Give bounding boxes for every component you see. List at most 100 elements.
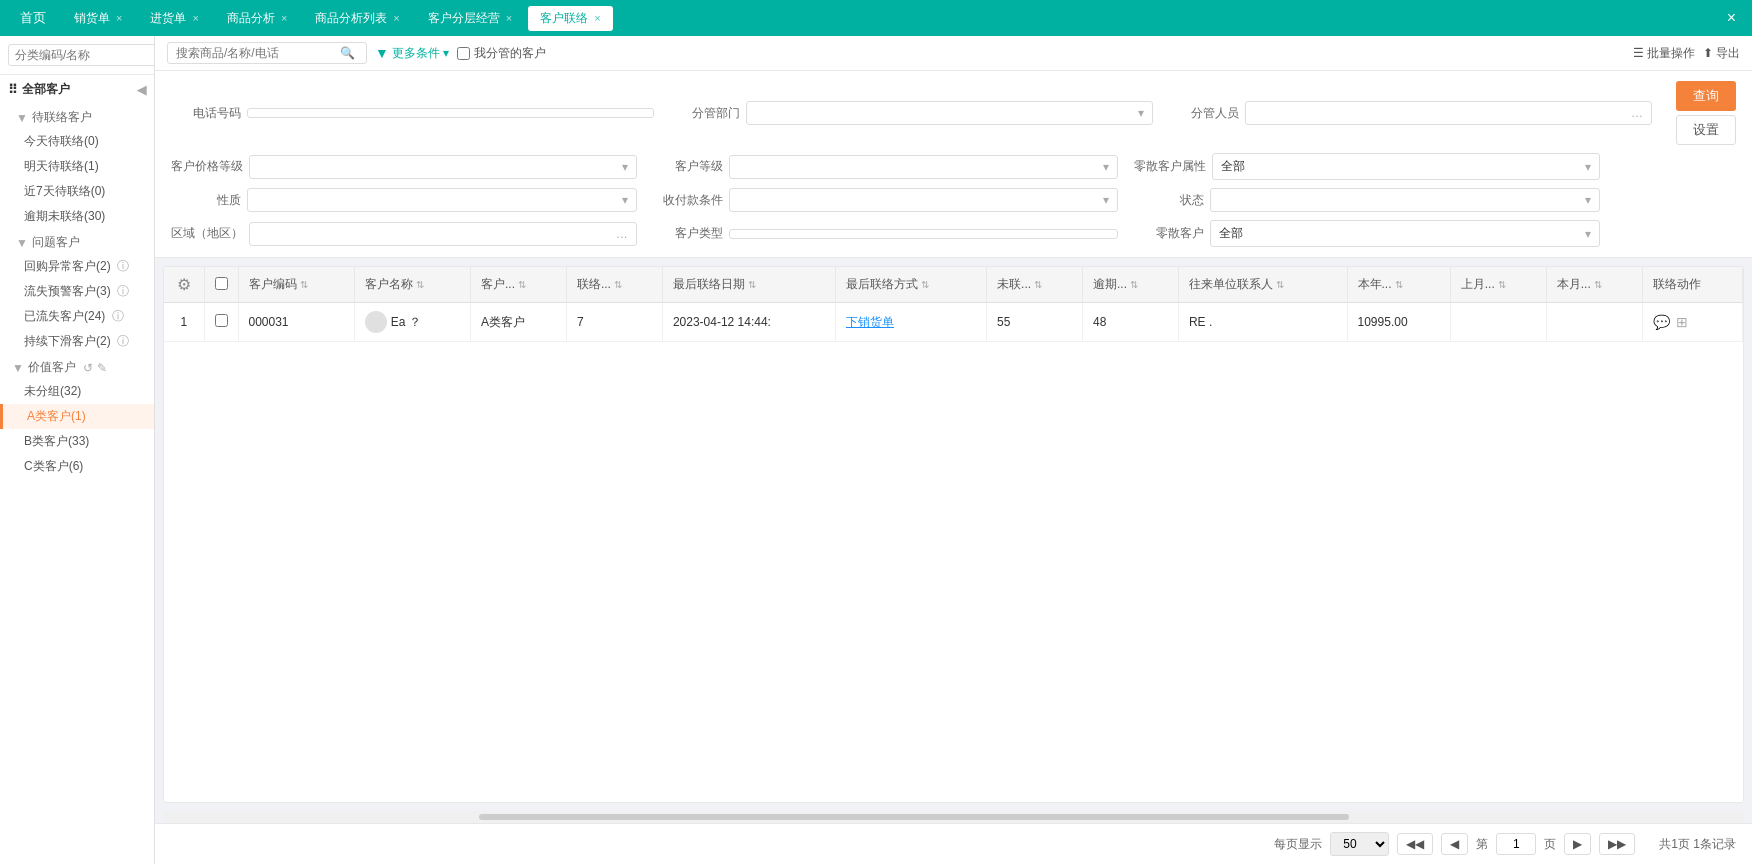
nav-product-list-close[interactable]: × (393, 12, 399, 24)
sidebar-item-repurchase-abnormal[interactable]: 回购异常客户(2) ⓘ (0, 254, 154, 279)
table-settings-icon[interactable]: ⚙ (177, 276, 191, 293)
filter-person-select[interactable]: … (1245, 101, 1652, 125)
nav-purchase-close[interactable]: × (192, 12, 198, 24)
sidebar-item-churned[interactable]: 已流失客户(24) ⓘ (0, 304, 154, 329)
scrollbar-thumb (479, 814, 1349, 820)
col-date-label: 最后联络日期 (673, 277, 745, 291)
nav-product-analysis[interactable]: 商品分析 × (215, 6, 299, 31)
filter-customer-type-input[interactable] (729, 229, 1119, 239)
qr-icon[interactable]: ⊞ (1676, 314, 1688, 330)
payment-arrow: ▾ (1103, 193, 1109, 207)
sidebar-group-value[interactable]: ▼ 价值客户 ↺ ✎ (0, 354, 154, 379)
nav-customer-contact[interactable]: 客户联络 × (528, 6, 612, 31)
sidebar-item-tomorrow-pending[interactable]: 明天待联络(1) (0, 154, 154, 179)
per-page-select[interactable]: 50 20 100 (1330, 832, 1389, 856)
filter-region-select[interactable]: … (249, 222, 637, 246)
filter-dept-select[interactable]: ▾ (746, 101, 1153, 125)
filter-retail-attr-select[interactable]: 全部▾ (1212, 153, 1600, 180)
table-header-row: ⚙ 客户编码⇅ 客户名称⇅ 客户...⇅ 联络...⇅ 最后联络日期⇅ 最后联络… (164, 267, 1743, 303)
filter-status-label: 状态 (1134, 192, 1204, 209)
col-unit-contact[interactable]: 往来单位联系人⇅ (1178, 267, 1347, 303)
col-last-month[interactable]: 上月...⇅ (1450, 267, 1546, 303)
value-refresh-icon[interactable]: ↺ (83, 361, 93, 375)
table-row: 1 000031 Ea ？ (164, 303, 1743, 342)
export-btn[interactable]: ⬆ 导出 (1703, 45, 1740, 62)
col-code[interactable]: 客户编码⇅ (238, 267, 354, 303)
batch-op-btn[interactable]: ☰ 批量操作 (1633, 45, 1695, 62)
sidebar-item-week-pending[interactable]: 近7天待联络(0) (0, 179, 154, 204)
sidebar-group-pending[interactable]: ▼ 待联络客户 (0, 104, 154, 129)
nav-sales[interactable]: 销货单 × (62, 6, 134, 31)
filter-nature-select[interactable]: ▾ (247, 188, 637, 212)
toolbar-search-icon[interactable]: 🔍 (340, 46, 355, 60)
prev-page-btn[interactable]: ◀ (1441, 833, 1468, 855)
nav-home[interactable]: 首页 (8, 5, 58, 31)
col-uncontacted[interactable]: 未联...⇅ (987, 267, 1083, 303)
col-last-date[interactable]: 最后联络日期⇅ (662, 267, 835, 303)
sidebar-search-input[interactable] (8, 44, 155, 66)
customer-table: ⚙ 客户编码⇅ 客户名称⇅ 客户...⇅ 联络...⇅ 最后联络日期⇅ 最后联络… (164, 267, 1743, 342)
nav-product-list[interactable]: 商品分析列表 × (303, 6, 411, 31)
sidebar-collapse-btn[interactable]: ◀ (137, 83, 146, 97)
table-select-all[interactable] (215, 277, 228, 290)
nav-product-analysis-close[interactable]: × (281, 12, 287, 24)
sidebar-item-unclassified[interactable]: 未分组(32) (0, 379, 154, 404)
filter-dept: 分管部门 ▾ (670, 101, 1153, 125)
my-customers-checkbox[interactable] (457, 47, 470, 60)
col-settings[interactable]: ⚙ (164, 267, 204, 303)
sidebar-search-area: 🔍 (0, 36, 154, 75)
filter-phone-input[interactable] (247, 108, 654, 118)
nav-sales-close[interactable]: × (116, 12, 122, 24)
row-last-method[interactable]: 下销货单 (835, 303, 986, 342)
nav-close-all[interactable]: × (1719, 9, 1744, 27)
query-button[interactable]: 查询 (1676, 81, 1736, 111)
filter-retail-select[interactable]: 全部▾ (1210, 220, 1600, 247)
col-this-year[interactable]: 本年...⇅ (1347, 267, 1450, 303)
row-checkbox-cell[interactable] (204, 303, 238, 342)
sidebar-item-class-c[interactable]: C类客户(6) (0, 454, 154, 479)
action-icons-group: 💬 ⊞ (1653, 314, 1732, 330)
my-customers-label[interactable]: 我分管的客户 (457, 45, 546, 62)
chat-icon[interactable]: 💬 (1653, 314, 1670, 330)
col-last-method[interactable]: 最后联络方式⇅ (835, 267, 986, 303)
sidebar-item-declining[interactable]: 持续下滑客户(2) ⓘ (0, 329, 154, 354)
nav-customer-tier-close[interactable]: × (506, 12, 512, 24)
nav-purchase[interactable]: 进货单 × (138, 6, 210, 31)
sidebar-item-churn-warning[interactable]: 流失预警客户(3) ⓘ (0, 279, 154, 304)
last-method-link[interactable]: 下销货单 (846, 315, 894, 329)
filter-price-level-select[interactable]: ▾ (249, 155, 637, 179)
sidebar-item-today-pending[interactable]: 今天待联络(0) (0, 129, 154, 154)
toolbar-filter-btn[interactable]: ▼ 更多条件 ▾ (375, 45, 449, 62)
col-overdue[interactable]: 逾期...⇅ (1083, 267, 1179, 303)
col-contact-count[interactable]: 联络...⇅ (566, 267, 662, 303)
person-dots[interactable]: … (1631, 106, 1643, 120)
filter-customer-type: 客户类型 (653, 225, 1119, 242)
col-this-month[interactable]: 本月...⇅ (1546, 267, 1642, 303)
filter-row-3: 性质 ▾ 收付款条件 ▾ 状态 ▾ (171, 188, 1736, 212)
settings-button[interactable]: 设置 (1676, 115, 1736, 145)
sidebar-item-overdue-pending[interactable]: 逾期未联络(30) (0, 204, 154, 229)
filter-status-select[interactable]: ▾ (1210, 188, 1600, 212)
row-checkbox[interactable] (215, 314, 228, 327)
col-customer-type[interactable]: 客户...⇅ (471, 267, 567, 303)
region-dots[interactable]: … (616, 227, 628, 241)
horizontal-scrollbar[interactable] (163, 811, 1744, 823)
nav-customer-contact-close[interactable]: × (594, 12, 600, 24)
filter-payment-select[interactable]: ▾ (729, 188, 1119, 212)
first-page-btn[interactable]: ◀◀ (1397, 833, 1433, 855)
value-edit-icon[interactable]: ✎ (97, 361, 107, 375)
last-page-btn[interactable]: ▶▶ (1599, 833, 1635, 855)
next-page-btn[interactable]: ▶ (1564, 833, 1591, 855)
col-checkbox[interactable] (204, 267, 238, 303)
filter-phone: 电话号码 (171, 105, 654, 122)
toolbar-search-input[interactable] (176, 46, 336, 60)
page-input[interactable] (1496, 833, 1536, 855)
nav-customer-tier[interactable]: 客户分层经营 × (416, 6, 524, 31)
sidebar-group-problem[interactable]: ▼ 问题客户 (0, 229, 154, 254)
sidebar-all-customers[interactable]: ⠿ 全部客户 ◀ (0, 75, 154, 104)
filter-customer-level-select[interactable]: ▾ (729, 155, 1119, 179)
col-name[interactable]: 客户名称⇅ (354, 267, 470, 303)
sidebar-item-class-a[interactable]: A类客户(1) (0, 404, 154, 429)
sidebar-item-class-b[interactable]: B类客户(33) (0, 429, 154, 454)
row-index: 1 (164, 303, 204, 342)
